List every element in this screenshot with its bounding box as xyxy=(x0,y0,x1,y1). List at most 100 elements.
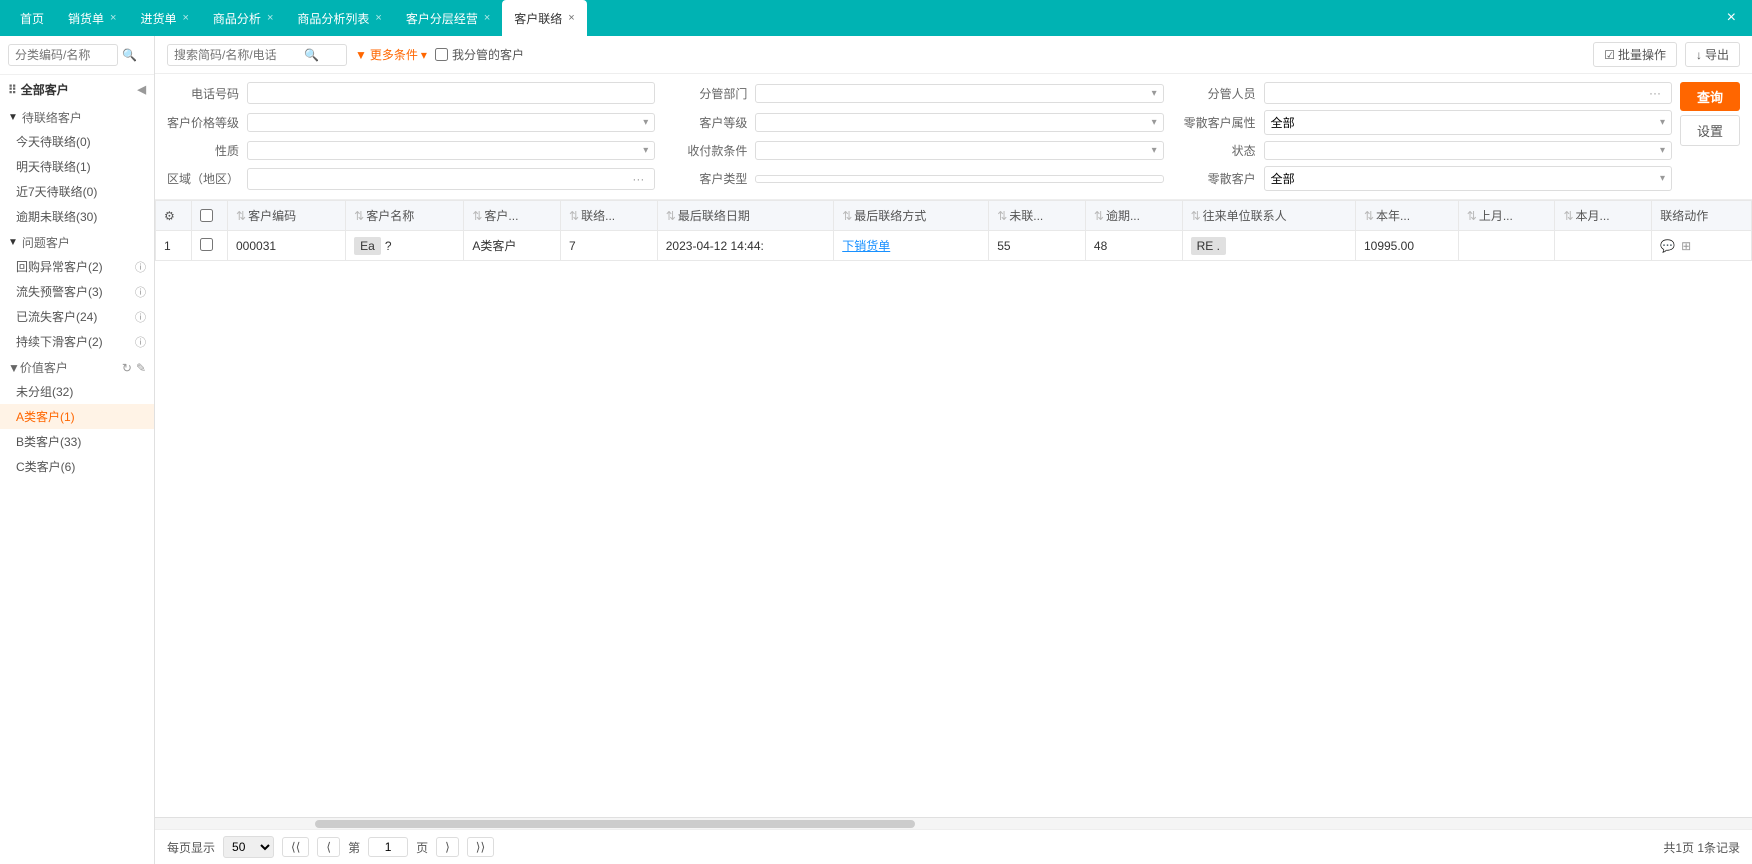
sidebar-item-tomorrow-pending[interactable]: 明天待联络(1) xyxy=(0,154,154,179)
batch-ops-button[interactable]: ☑ 批量操作 xyxy=(1593,42,1677,67)
horizontal-scrollbar[interactable] xyxy=(155,817,1752,829)
last-contact-date-header[interactable]: ⇅ 最后联络日期 xyxy=(657,201,833,231)
more-icon[interactable]: ··· xyxy=(628,172,648,186)
sidebar-item-7day-pending[interactable]: 近7天待联络(0) xyxy=(0,179,154,204)
per-page-select[interactable]: 50 100 200 xyxy=(223,836,274,858)
export-button[interactable]: ↓ 导出 xyxy=(1685,42,1740,67)
filter-right-actions: ☑ 批量操作 ↓ 导出 xyxy=(1593,42,1740,67)
nav-tab-product-analysis-list[interactable]: 商品分析列表 × xyxy=(285,0,393,36)
customer-code-header[interactable]: ⇅ 客户编码 xyxy=(228,201,346,231)
sidebar-search-input[interactable] xyxy=(8,44,118,66)
prev-page-button[interactable]: ⟨ xyxy=(317,837,340,857)
nav-tab-customer-contact[interactable]: 客户联络 × xyxy=(502,0,586,36)
batch-icon: ☑ xyxy=(1604,48,1615,62)
link-icon[interactable]: ⊞ xyxy=(1681,239,1691,253)
customer-type-select[interactable] xyxy=(755,175,1163,183)
nav-tab-sales[interactable]: 销货单 × xyxy=(56,0,128,36)
chevron-down-icon: ▾ xyxy=(1660,117,1665,128)
sidebar-item-ungrouped[interactable]: 未分组(32) xyxy=(0,379,154,404)
window-close-button[interactable]: × xyxy=(1719,9,1744,27)
info-icon[interactable]: ⓘ xyxy=(135,309,146,325)
last-contact-method-header[interactable]: ⇅ 最后联络方式 xyxy=(834,201,989,231)
more-icon[interactable]: ··· xyxy=(1645,86,1665,100)
close-icon[interactable]: × xyxy=(484,12,490,24)
nav-tab-customer-tier[interactable]: 客户分层经营 × xyxy=(394,0,502,36)
sidebar-item-declining[interactable]: 持续下滑客户(2) ⓘ xyxy=(0,329,154,354)
scatter-customer-select[interactable]: 全部 ▾ xyxy=(1264,166,1672,191)
info-icon[interactable]: ⓘ xyxy=(135,334,146,350)
sidebar-item-class-c[interactable]: C类客户(6) xyxy=(0,454,154,479)
scrollbar-thumb[interactable] xyxy=(315,820,915,828)
settings-button[interactable]: 设置 xyxy=(1680,115,1740,146)
sidebar-item-repurchase-anomaly[interactable]: 回购异常客户(2) ⓘ xyxy=(0,254,154,279)
payment-select[interactable]: ▾ xyxy=(755,141,1163,160)
sidebar-item-churned[interactable]: 已流失客户(24) ⓘ xyxy=(0,304,154,329)
row-last-contact-date: 2023-04-12 14:44: xyxy=(657,231,833,261)
info-icon[interactable]: ⓘ xyxy=(135,284,146,300)
all-customers-header[interactable]: ⠿ 全部客户 ◀ xyxy=(0,75,154,104)
region-select[interactable]: ··· xyxy=(247,168,655,190)
settings-icon[interactable]: ⚙ xyxy=(164,209,175,223)
page-number-input[interactable] xyxy=(368,837,408,857)
main-layout: 🔍 ⠿ 全部客户 ◀ ▼ 待联络客户 今天待联络(0) 明天待联络(1) 近7天… xyxy=(0,36,1752,864)
this-year-header[interactable]: ⇅ 本年... xyxy=(1355,201,1458,231)
checkbox-col-header[interactable] xyxy=(192,201,228,231)
this-month-header[interactable]: ⇅ 本月... xyxy=(1555,201,1652,231)
refresh-icon[interactable]: ↻ xyxy=(122,361,132,375)
sidebar-item-class-b[interactable]: B类客户(33) xyxy=(0,429,154,454)
price-level-select[interactable]: ▾ xyxy=(247,113,655,132)
row-checkbox[interactable] xyxy=(200,238,213,251)
row-no-contact-days: 55 xyxy=(989,231,1086,261)
query-button[interactable]: 查询 xyxy=(1680,82,1740,111)
person-select[interactable]: ··· xyxy=(1264,82,1672,104)
phone-input[interactable] xyxy=(247,82,655,104)
close-icon[interactable]: × xyxy=(182,12,188,24)
customer-level-select[interactable]: ▾ xyxy=(755,113,1163,132)
close-icon[interactable]: × xyxy=(267,12,273,24)
sidebar-item-churn-warning[interactable]: 流失预警客户(3) ⓘ xyxy=(0,279,154,304)
filter-field-status: 状态 ▾ xyxy=(1184,141,1672,160)
sidebar-item-today-pending[interactable]: 今天待联络(0) xyxy=(0,129,154,154)
search-icon[interactable]: 🔍 xyxy=(304,48,319,62)
nav-tab-home[interactable]: 首页 xyxy=(8,0,56,36)
status-select[interactable]: ▾ xyxy=(1264,141,1672,160)
scatter-attr-select[interactable]: 全部 ▾ xyxy=(1264,110,1672,135)
first-page-button[interactable]: ⟨⟨ xyxy=(282,837,309,857)
customer-type-header[interactable]: ⇅ 客户... xyxy=(464,201,561,231)
nature-select[interactable]: ▾ xyxy=(247,141,655,160)
filter-bar: 🔍 ▼ 更多条件 ▾ 我分管的客户 ☑ 批量操作 ↓ 导出 xyxy=(155,36,1752,74)
nav-tab-product-analysis[interactable]: 商品分析 × xyxy=(201,0,285,36)
close-icon[interactable]: × xyxy=(568,12,574,24)
my-customers-filter: 我分管的客户 xyxy=(435,46,524,63)
sidebar-item-class-a[interactable]: A类客户(1) xyxy=(0,404,154,429)
my-customers-checkbox[interactable] xyxy=(435,48,448,61)
row-last-contact-method[interactable]: 下销货单 xyxy=(834,231,989,261)
last-page-button[interactable]: ⟩⟩ xyxy=(467,837,494,857)
dept-select[interactable]: ▾ xyxy=(755,84,1163,103)
overdue-days-header[interactable]: ⇅ 逾期... xyxy=(1085,201,1182,231)
nav-tab-purchase[interactable]: 进货单 × xyxy=(128,0,200,36)
filter-field-customer-level: 客户等级 ▾ xyxy=(675,113,1163,132)
action-header: 联络动作 xyxy=(1652,201,1752,231)
edit-icon[interactable]: ✎ xyxy=(136,361,146,375)
more-filters-button[interactable]: ▼ 更多条件 ▾ xyxy=(355,46,427,63)
filter-search-box[interactable]: 🔍 xyxy=(167,44,347,66)
customer-name-header[interactable]: ⇅ 客户名称 xyxy=(346,201,464,231)
info-icon[interactable]: ⓘ xyxy=(135,259,146,275)
contact-method-link[interactable]: 下销货单 xyxy=(842,239,890,253)
chat-icon[interactable]: 💬 xyxy=(1660,239,1675,253)
last-month-header[interactable]: ⇅ 上月... xyxy=(1458,201,1555,231)
row-checkbox-cell[interactable] xyxy=(192,231,228,261)
search-icon[interactable]: 🔍 xyxy=(122,48,137,62)
collapse-icon[interactable]: ◀ xyxy=(138,83,146,96)
sidebar-item-overdue-pending[interactable]: 逾期未联络(30) xyxy=(0,204,154,229)
filter-search-input[interactable] xyxy=(174,48,304,62)
select-all-checkbox[interactable] xyxy=(200,209,213,222)
next-page-button[interactable]: ⟩ xyxy=(436,837,459,857)
contact-num-header[interactable]: ⇅ 联络... xyxy=(561,201,658,231)
close-icon[interactable]: × xyxy=(110,12,116,24)
no-contact-days-header[interactable]: ⇅ 未联... xyxy=(989,201,1086,231)
close-icon[interactable]: × xyxy=(375,12,381,24)
settings-col-header[interactable]: ⚙ xyxy=(156,201,192,231)
contact-person-header[interactable]: ⇅ 往来单位联系人 xyxy=(1182,201,1355,231)
